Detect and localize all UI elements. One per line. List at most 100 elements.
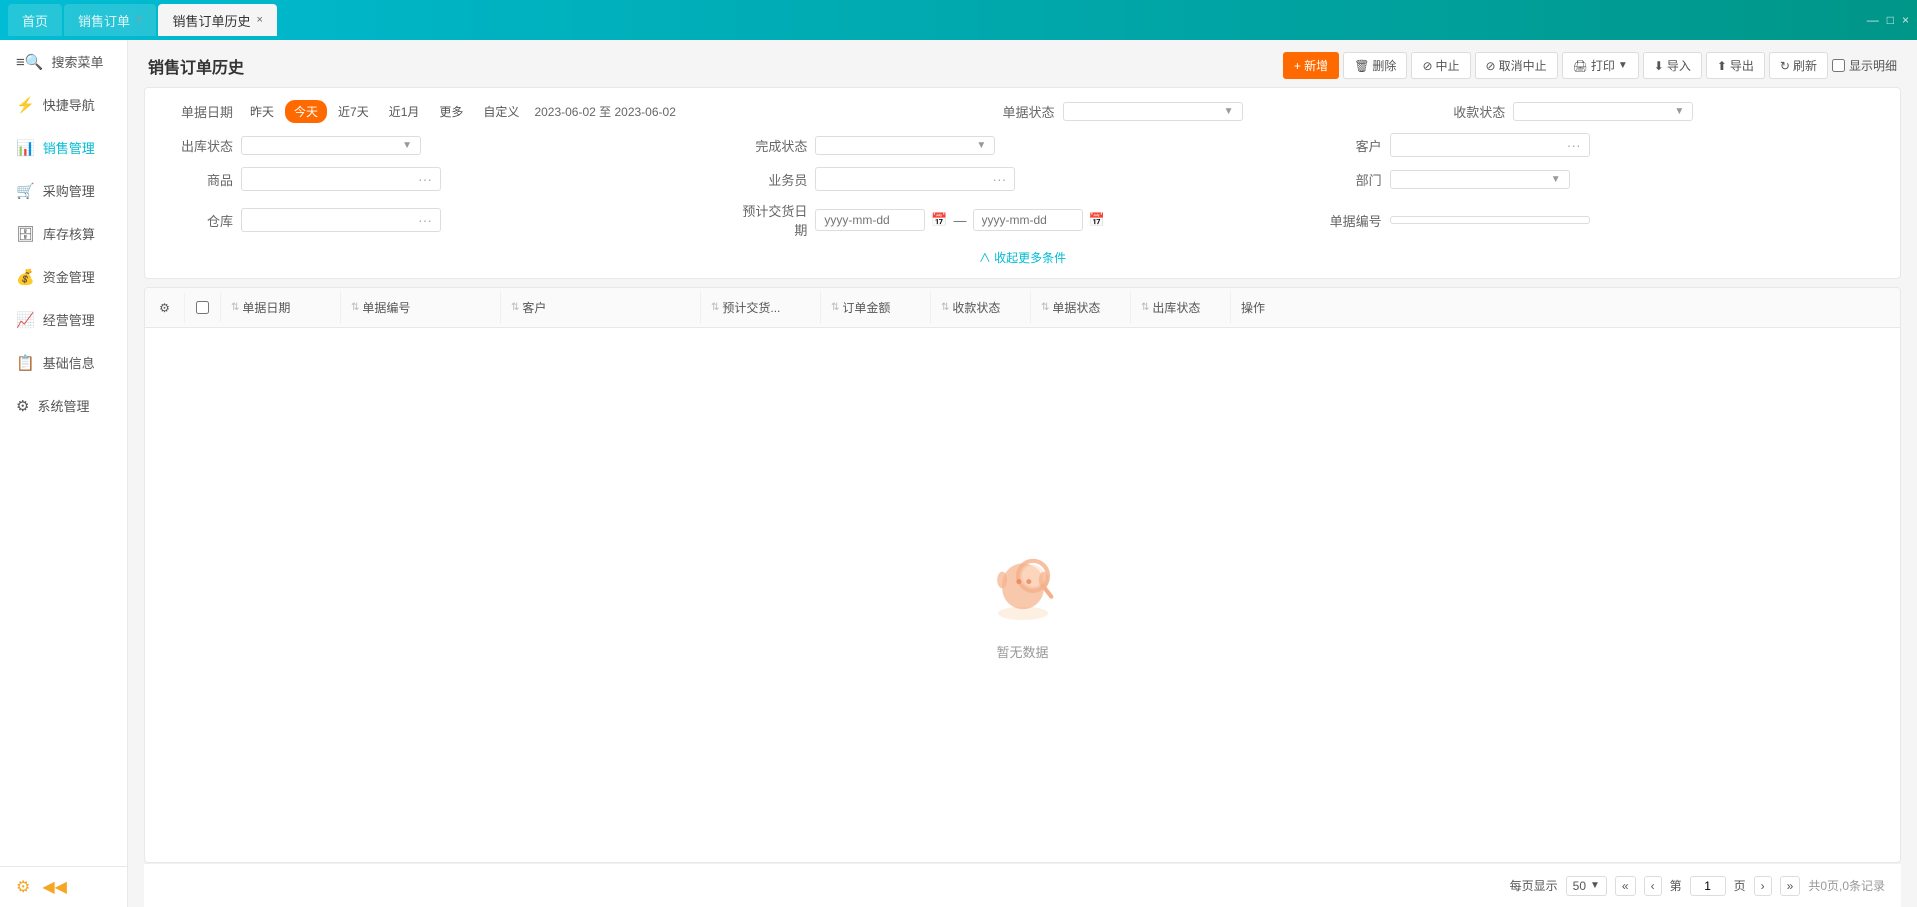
- date-btn-today[interactable]: 今天: [285, 100, 327, 123]
- department-select[interactable]: ▼: [1390, 170, 1570, 189]
- filter-area: 单据日期 昨天 今天 近7天 近1月 更多 自定义 2023-06-02 至 2…: [144, 87, 1901, 279]
- minimize-btn[interactable]: —: [1867, 13, 1879, 27]
- filter-row-4: 仓库 ··· 预计交货日期 📅 — 📅: [161, 201, 1884, 239]
- sidebar-item-basic-info[interactable]: 📋 基础信息: [0, 341, 127, 384]
- first-page-button[interactable]: «: [1615, 876, 1636, 896]
- customer-select[interactable]: ···: [1390, 133, 1590, 157]
- sidebar-item-operation-mgmt[interactable]: 📈 经营管理: [0, 298, 127, 341]
- warehouse-select[interactable]: ···: [241, 208, 441, 232]
- warehouse-dots-icon[interactable]: ···: [418, 212, 432, 228]
- salesman-dots-icon[interactable]: ···: [992, 171, 1006, 187]
- th-billno[interactable]: ⇅ 单据编号: [341, 291, 501, 324]
- date-btn-1month[interactable]: 近1月: [380, 100, 429, 123]
- page-label-prefix: 第: [1670, 877, 1682, 894]
- page-size-select[interactable]: 50 ▼: [1566, 876, 1607, 896]
- th-pay-status-label: 收款状态: [952, 299, 1000, 316]
- next-page-button[interactable]: ›: [1754, 876, 1772, 896]
- salesman-select[interactable]: ···: [815, 167, 1015, 191]
- add-button[interactable]: + 新增: [1283, 52, 1339, 79]
- th-customer[interactable]: ⇅ 客户: [501, 291, 701, 324]
- export-button[interactable]: ⬆ 导出: [1706, 52, 1765, 79]
- th-delivery[interactable]: ⇅ 预计交货...: [701, 291, 821, 324]
- th-amount[interactable]: ⇅ 订单金额: [821, 291, 931, 324]
- search-menu-icon: ≡🔍: [16, 53, 43, 71]
- basic-info-icon: 📋: [16, 354, 35, 372]
- refresh-icon: ↻: [1780, 59, 1790, 73]
- salesman-label: 业务员: [735, 170, 815, 189]
- sidebar-settings-icon[interactable]: ⚙: [16, 877, 30, 897]
- complete-status-select[interactable]: ▼: [815, 136, 995, 155]
- print-button[interactable]: 🖨 打印 ▼: [1562, 52, 1639, 79]
- top-bar: 首页 销售订单 × 销售订单历史 × — □ ×: [0, 0, 1917, 40]
- prev-page-button[interactable]: ‹: [1644, 876, 1662, 896]
- purchase-mgmt-icon: 🛒: [16, 182, 35, 200]
- complete-status-chevron-icon: ▼: [976, 140, 986, 151]
- sort-bill-status-icon: ⇅: [1041, 302, 1049, 313]
- select-all-checkbox[interactable]: [196, 301, 209, 314]
- date-btn-yesterday[interactable]: 昨天: [241, 100, 283, 123]
- sidebar-item-fund-mgmt[interactable]: 💰 资金管理: [0, 255, 127, 298]
- sidebar-item-search-menu[interactable]: ≡🔍 搜索菜单: [0, 40, 127, 83]
- tab-sales-order[interactable]: 销售订单 ×: [64, 4, 156, 36]
- delete-button-label: 删除: [1372, 57, 1396, 74]
- maximize-btn[interactable]: □: [1887, 13, 1894, 27]
- th-settings[interactable]: ⚙: [145, 293, 185, 323]
- out-status-select[interactable]: ▼: [241, 136, 421, 155]
- sidebar-item-purchase-mgmt[interactable]: 🛒 采购管理: [0, 169, 127, 212]
- th-check[interactable]: [185, 293, 221, 322]
- delete-button[interactable]: 🗑 删除: [1343, 52, 1407, 79]
- th-date[interactable]: ⇅ 单据日期: [221, 291, 341, 324]
- expected-delivery-start-input[interactable]: [815, 209, 925, 231]
- tab-home[interactable]: 首页: [8, 4, 62, 36]
- sidebar-item-basic-info-label: 基础信息: [43, 353, 95, 372]
- empty-text: 暂无数据: [996, 642, 1048, 661]
- cancel-stop-button-label: 取消中止: [1499, 57, 1547, 74]
- display-detail-checkbox[interactable]: [1832, 59, 1845, 72]
- tab-sales-order-history[interactable]: 销售订单历史 ×: [158, 4, 276, 36]
- customer-label: 客户: [1310, 136, 1390, 155]
- out-status-chevron-icon: ▼: [402, 140, 412, 151]
- page-number-input[interactable]: [1690, 876, 1726, 896]
- out-status-label: 出库状态: [161, 136, 241, 155]
- export-icon: ⬆: [1717, 59, 1727, 73]
- calendar-start-icon[interactable]: 📅: [931, 212, 947, 228]
- bill-no-input[interactable]: [1390, 216, 1590, 224]
- goods-dots-icon[interactable]: ···: [418, 171, 432, 187]
- stop-button[interactable]: ⊘ 中止: [1411, 52, 1470, 79]
- sidebar-collapse-icon[interactable]: ◀◀: [42, 877, 67, 897]
- sidebar-item-sys-mgmt[interactable]: ⚙ 系统管理: [0, 384, 127, 427]
- th-out-status[interactable]: ⇅ 出库状态: [1131, 291, 1231, 324]
- date-btn-custom[interactable]: 自定义: [474, 100, 528, 123]
- refresh-button[interactable]: ↻ 刷新: [1769, 52, 1828, 79]
- cancel-stop-button[interactable]: ⊘ 取消中止: [1475, 52, 1558, 79]
- tab-sales-order-history-close[interactable]: ×: [256, 14, 262, 26]
- display-detail-wrap: 显示明细: [1832, 57, 1897, 74]
- sidebar-item-quick-nav[interactable]: ⚡ 快捷导航: [0, 83, 127, 126]
- sidebar-item-sales-mgmt[interactable]: 📊 销售管理: [0, 126, 127, 169]
- goods-select[interactable]: ···: [241, 167, 441, 191]
- tab-sales-order-close[interactable]: ×: [136, 14, 142, 26]
- sidebar-item-sys-mgmt-label: 系统管理: [37, 396, 89, 415]
- date-btn-more[interactable]: 更多: [430, 100, 472, 123]
- fund-mgmt-icon: 💰: [16, 268, 35, 286]
- expected-delivery-end-input[interactable]: [973, 209, 1083, 231]
- calendar-end-icon[interactable]: 📅: [1089, 212, 1105, 228]
- payment-status-select[interactable]: ▼: [1513, 102, 1693, 121]
- th-bill-status[interactable]: ⇅ 单据状态: [1031, 291, 1131, 324]
- import-button[interactable]: ⬇ 导入: [1643, 52, 1702, 79]
- warehouse-control: ···: [241, 208, 735, 232]
- date-btn-7days[interactable]: 近7天: [329, 100, 378, 123]
- th-delivery-label: 预计交货...: [722, 299, 780, 316]
- th-pay-status[interactable]: ⇅ 收款状态: [931, 291, 1031, 324]
- sidebar-item-inventory-check[interactable]: 🗄 库存核算: [0, 212, 127, 255]
- close-btn[interactable]: ×: [1902, 13, 1909, 27]
- collapse-row[interactable]: ∧ 收起更多条件: [161, 249, 1884, 266]
- sidebar: ≡🔍 搜索菜单 ⚡ 快捷导航 📊 销售管理 🛒 采购管理 🗄 库存核算 💰 资金…: [0, 40, 128, 907]
- complete-status-label: 完成状态: [735, 136, 815, 155]
- pagination: 每页显示 50 ▼ « ‹ 第 页 › » 共0页,0条记录: [144, 863, 1901, 907]
- collapse-label: ∧ 收起更多条件: [979, 251, 1066, 265]
- bill-status-select[interactable]: ▼: [1063, 102, 1243, 121]
- customer-dots-icon[interactable]: ···: [1567, 137, 1581, 153]
- last-page-button[interactable]: »: [1780, 876, 1801, 896]
- toolbar: + 新增 🗑 删除 ⊘ 中止 ⊘ 取消中止 🖨 打印 ▼: [1283, 52, 1897, 79]
